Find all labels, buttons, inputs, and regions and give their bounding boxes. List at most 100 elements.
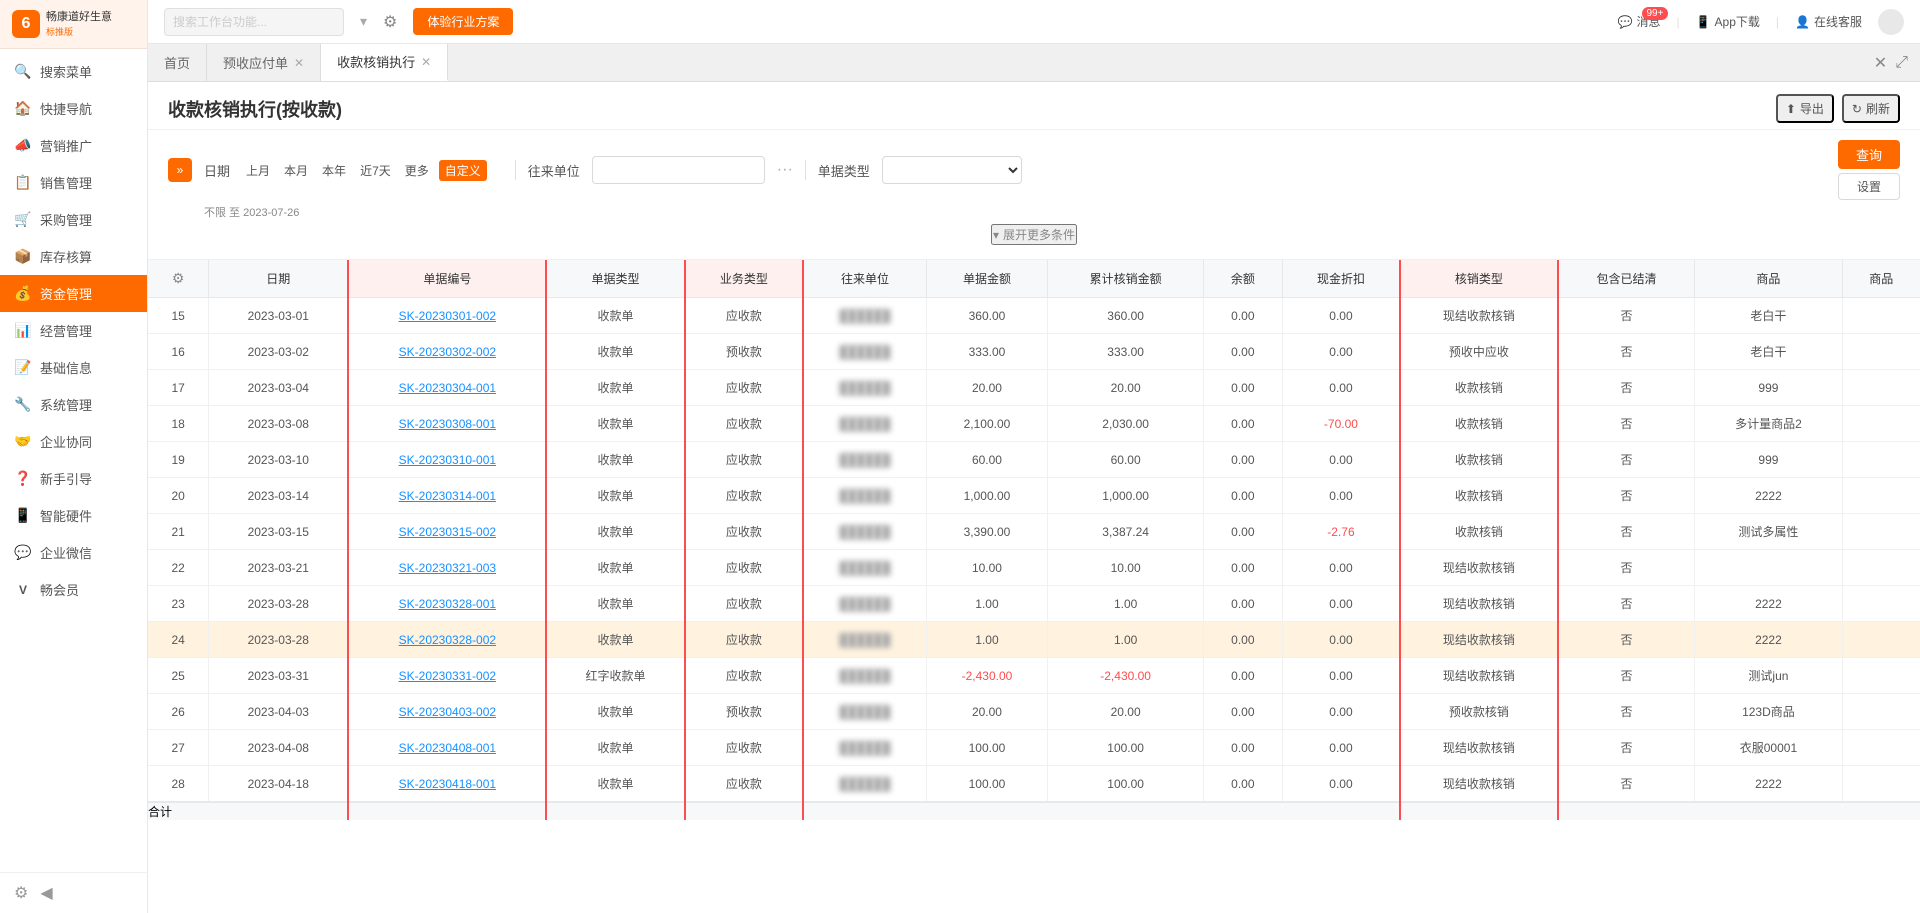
data-table-container[interactable]: ⚙ 日期 单据编号 单据类型 业务类型 往来单位 单据金额 累计核销金额 余额 … bbox=[148, 260, 1920, 913]
cell-bill-no[interactable]: SK-20230331-002 bbox=[348, 658, 546, 694]
counterpart-label: 往来单位 bbox=[528, 161, 580, 180]
cell-bill-no[interactable]: SK-20230301-002 bbox=[348, 298, 546, 334]
table-row: 20 2023-03-14 SK-20230314-001 收款单 应收款 ██… bbox=[148, 478, 1920, 514]
bill-no-link[interactable]: SK-20230314-001 bbox=[399, 489, 496, 503]
cell-bill-no[interactable]: SK-20230328-001 bbox=[348, 586, 546, 622]
counterpart-input[interactable] bbox=[592, 156, 765, 184]
bill-no-link[interactable]: SK-20230331-002 bbox=[399, 669, 496, 683]
cell-balance: 0.00 bbox=[1204, 514, 1283, 550]
settings-filter-button[interactable]: 设置 bbox=[1838, 173, 1900, 200]
sidebar-item-wechat[interactable]: 💬 企业微信 bbox=[0, 534, 147, 571]
topbar-gear-icon[interactable]: ⚙ bbox=[383, 12, 397, 32]
table-row: 28 2023-04-18 SK-20230418-001 收款单 应收款 ██… bbox=[148, 766, 1920, 803]
collapse-icon[interactable]: ◀ bbox=[40, 883, 52, 903]
cell-bill-no[interactable]: SK-20230308-001 bbox=[348, 406, 546, 442]
cell-goods1: 衣服00001 bbox=[1695, 730, 1842, 766]
cell-writeoff-type: 现结收款核销 bbox=[1400, 766, 1557, 803]
tab-home[interactable]: 首页 bbox=[148, 44, 207, 81]
col-goods2: 商品 bbox=[1842, 260, 1920, 298]
sidebar-item-enterprise[interactable]: 🤝 企业协同 bbox=[0, 423, 147, 460]
sidebar-item-hardware[interactable]: 📱 智能硬件 bbox=[0, 497, 147, 534]
bill-no-link[interactable]: SK-20230328-001 bbox=[399, 597, 496, 611]
user-avatar[interactable] bbox=[1878, 9, 1904, 35]
tab-restore-icon[interactable]: ⤢ bbox=[1895, 54, 1908, 72]
bill-no-link[interactable]: SK-20230301-002 bbox=[399, 309, 496, 323]
cell-bill-no[interactable]: SK-20230304-001 bbox=[348, 370, 546, 406]
sidebar-item-basic[interactable]: 📝 基础信息 bbox=[0, 349, 147, 386]
sidebar-item-enterprise-label: 企业协同 bbox=[40, 432, 92, 451]
sidebar-item-operation[interactable]: 📊 经营管理 bbox=[0, 312, 147, 349]
expand-more-button[interactable]: ▾ 展开更多条件 bbox=[991, 224, 1077, 245]
tab-prepayment[interactable]: 预收应付单 ✕ bbox=[207, 44, 321, 81]
cell-bill-no[interactable]: SK-20230408-001 bbox=[348, 730, 546, 766]
bill-no-link[interactable]: SK-20230302-002 bbox=[399, 345, 496, 359]
filter-expand-button[interactable]: » bbox=[168, 158, 192, 182]
bill-no-link[interactable]: SK-20230321-003 bbox=[399, 561, 496, 575]
col-bill-type: 单据类型 bbox=[546, 260, 684, 298]
col-settings[interactable]: ⚙ bbox=[148, 260, 209, 298]
sidebar-item-member[interactable]: V 畅会员 bbox=[0, 571, 147, 608]
bill-no-link[interactable]: SK-20230304-001 bbox=[399, 381, 496, 395]
settings-footer-icon[interactable]: ⚙ bbox=[14, 883, 28, 903]
topbar-dropdown-arrow[interactable]: ▾ bbox=[360, 13, 367, 30]
date-btn-last-month[interactable]: 上月 bbox=[242, 160, 274, 181]
cell-goods1: 2222 bbox=[1695, 586, 1842, 622]
cell-counterpart: ██████ bbox=[803, 406, 926, 442]
tab-close-all-icon[interactable]: ✕ bbox=[1874, 53, 1887, 73]
cell-bill-no[interactable]: SK-20230328-002 bbox=[348, 622, 546, 658]
date-btn-this-month[interactable]: 本月 bbox=[280, 160, 312, 181]
refresh-button[interactable]: ↻ 刷新 bbox=[1842, 94, 1900, 123]
cell-date: 2023-04-18 bbox=[209, 766, 349, 803]
cell-bill-no[interactable]: SK-20230314-001 bbox=[348, 478, 546, 514]
sidebar-item-sales[interactable]: 📋 销售管理 bbox=[0, 164, 147, 201]
sidebar-item-search[interactable]: 🔍 搜索菜单 bbox=[0, 53, 147, 90]
sidebar-item-purchase[interactable]: 🛒 采购管理 bbox=[0, 201, 147, 238]
cell-bill-no[interactable]: SK-20230315-002 bbox=[348, 514, 546, 550]
data-table: ⚙ 日期 单据编号 单据类型 业务类型 往来单位 单据金额 累计核销金额 余额 … bbox=[148, 260, 1920, 820]
tab-prepayment-close[interactable]: ✕ bbox=[294, 56, 304, 70]
bill-no-link[interactable]: SK-20230408-001 bbox=[399, 741, 496, 755]
topbar-search-box[interactable]: 搜索工作台功能... bbox=[164, 8, 344, 36]
bill-no-link[interactable]: SK-20230418-001 bbox=[399, 777, 496, 791]
sidebar-logo: 6 畅康道好生意 标推版 bbox=[0, 0, 147, 49]
bill-no-link[interactable]: SK-20230328-002 bbox=[399, 633, 496, 647]
date-btn-7days[interactable]: 近7天 bbox=[356, 160, 395, 181]
more-filters-dots[interactable]: ··· bbox=[777, 161, 793, 179]
sidebar-item-inventory[interactable]: 📦 库存核算 bbox=[0, 238, 147, 275]
bill-type-select[interactable] bbox=[882, 156, 1022, 184]
cell-counterpart: ██████ bbox=[803, 334, 926, 370]
bill-no-link[interactable]: SK-20230308-001 bbox=[399, 417, 496, 431]
cell-amount: 20.00 bbox=[926, 694, 1048, 730]
cell-bill-no[interactable]: SK-20230418-001 bbox=[348, 766, 546, 803]
cell-amount: 60.00 bbox=[926, 442, 1048, 478]
export-button[interactable]: ⬆ 导出 bbox=[1776, 94, 1834, 123]
app-download-link[interactable]: 📱 App下载 bbox=[1696, 13, 1760, 30]
sidebar-item-system[interactable]: 🔧 系统管理 bbox=[0, 386, 147, 423]
bill-no-link[interactable]: SK-20230315-002 bbox=[399, 525, 496, 539]
industry-solution-button[interactable]: 体验行业方案 bbox=[413, 8, 513, 35]
sidebar-item-marketing[interactable]: 📣 营销推广 bbox=[0, 127, 147, 164]
cell-bill-no[interactable]: SK-20230310-001 bbox=[348, 442, 546, 478]
sidebar-item-shortcut[interactable]: 🏠 快捷导航 bbox=[0, 90, 147, 127]
sidebar-item-guide[interactable]: ❓ 新手引导 bbox=[0, 460, 147, 497]
bill-no-link[interactable]: SK-20230310-001 bbox=[399, 453, 496, 467]
query-button[interactable]: 查询 bbox=[1838, 140, 1900, 169]
date-btn-more[interactable]: 更多 bbox=[401, 160, 433, 181]
message-badge[interactable]: 💬 消息 99+ bbox=[1618, 13, 1661, 30]
online-service-link[interactable]: 👤 在线客服 bbox=[1795, 13, 1862, 30]
sidebar-item-finance[interactable]: 💰 资金管理 bbox=[0, 275, 147, 312]
cell-bill-no[interactable]: SK-20230321-003 bbox=[348, 550, 546, 586]
cell-bill-type: 收款单 bbox=[546, 514, 684, 550]
date-btn-this-year[interactable]: 本年 bbox=[318, 160, 350, 181]
sidebar-item-marketing-label: 营销推广 bbox=[40, 136, 92, 155]
cell-bill-no[interactable]: SK-20230302-002 bbox=[348, 334, 546, 370]
cell-no: 23 bbox=[148, 586, 209, 622]
table-row: 26 2023-04-03 SK-20230403-002 收款单 预收款 ██… bbox=[148, 694, 1920, 730]
date-btn-custom[interactable]: 自定义 bbox=[439, 160, 487, 181]
tab-writeoff[interactable]: 收款核销执行 ✕ bbox=[321, 44, 448, 81]
cell-writeoff: -2,430.00 bbox=[1048, 658, 1204, 694]
cell-bill-no[interactable]: SK-20230403-002 bbox=[348, 694, 546, 730]
cell-included: 否 bbox=[1558, 298, 1695, 334]
tab-writeoff-close[interactable]: ✕ bbox=[421, 55, 431, 69]
bill-no-link[interactable]: SK-20230403-002 bbox=[399, 705, 496, 719]
